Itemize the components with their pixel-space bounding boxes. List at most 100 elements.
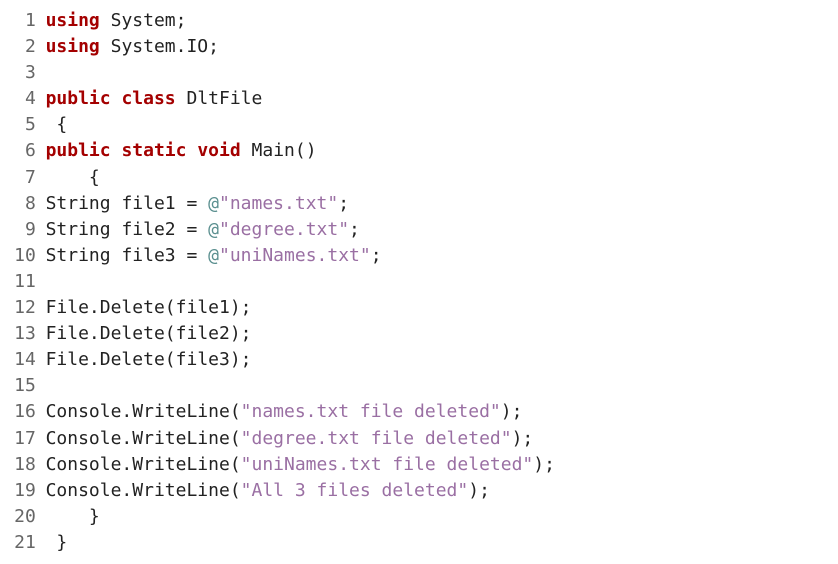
line-number: 12 [12,295,36,321]
token: Console.WriteLine [46,428,230,449]
token: void [197,140,240,161]
token [111,219,122,240]
token: ( [165,297,176,318]
line-content: } [46,530,68,556]
line-number: 6 [12,138,36,164]
line-content: using System; [46,8,187,34]
token: ); [230,323,252,344]
token: using [46,10,100,31]
token: Console.WriteLine [46,454,230,475]
token: "uniNames.txt file deleted" [241,454,534,475]
token: static [121,140,186,161]
code-line: 6public static void Main() [12,138,826,164]
code-line: 2 using System.IO; [12,34,826,60]
code-line: 19Console.WriteLine("All 3 files deleted… [12,478,826,504]
token: File.Delete [46,297,165,318]
token: ( [165,349,176,370]
line-content: String file1 = @"names.txt"; [46,191,349,217]
token: System [111,10,176,31]
line-content: Console.WriteLine("degree.txt file delet… [46,426,534,452]
token: ( [230,401,241,422]
token: file1 [121,193,175,214]
token: file2 [176,323,230,344]
line-content: String file3 = @"uniNames.txt"; [46,243,382,269]
token: @ [208,193,219,214]
token: class [121,88,175,109]
token: "degree.txt file deleted" [241,428,512,449]
line-number: 7 [12,165,36,191]
token: "uniNames.txt" [219,245,371,266]
token [111,193,122,214]
line-number: 18 [12,452,36,478]
token: DltFile [186,88,262,109]
code-line: 21 } [12,530,826,556]
token: file3 [121,245,175,266]
token: Main [252,140,295,161]
line-number: 3 [12,60,36,86]
code-line: 8 String file1 = @"names.txt"; [12,191,826,217]
token: using [46,36,100,57]
line-number: 16 [12,399,36,425]
token: ( [165,323,176,344]
line-content: } [46,504,100,530]
code-line: 17 Console.WriteLine("degree.txt file del… [12,426,826,452]
code-line: 16 Console.WriteLine("names.txt file dele… [12,399,826,425]
code-line: 20 } [12,504,826,530]
line-content: File.Delete(file2); [46,321,252,347]
token: Console.WriteLine [46,480,230,501]
token [186,140,197,161]
token: String [46,245,111,266]
token: = [176,219,209,240]
line-number: 20 [12,504,36,530]
code-line: 9String file2 = @"degree.txt"; [12,217,826,243]
line-content: Console.WriteLine("uniNames.txt file del… [46,452,555,478]
token: System.IO [111,36,209,57]
token: file3 [176,349,230,370]
token: "degree.txt" [219,219,349,240]
line-content: public class DltFile [46,86,263,112]
line-number: 21 [12,530,36,556]
line-number: 4 [12,86,36,112]
line-content: using System.IO; [46,34,219,60]
line-content: { [46,112,68,138]
token: ; [371,245,382,266]
token: ; [338,193,349,214]
line-number: 1 [12,8,36,34]
token: ; [176,10,187,31]
token [111,88,122,109]
line-content: Console.WriteLine("All 3 files deleted")… [46,478,490,504]
token: File.Delete [46,349,165,370]
code-line: 14File.Delete(file3); [12,347,826,373]
token: ); [512,428,534,449]
token: ( [230,428,241,449]
token: "names.txt file deleted" [241,401,501,422]
line-number: 13 [12,321,36,347]
token [111,140,122,161]
token: ( [230,480,241,501]
token: { [46,167,100,188]
line-number: 17 [12,426,36,452]
line-number: 9 [12,217,36,243]
token: public [46,88,111,109]
token: Console.WriteLine [46,401,230,422]
code-line: 12 File.Delete(file1); [12,295,826,321]
line-content: File.Delete(file1); [46,295,252,321]
token: file2 [121,219,175,240]
line-number: 8 [12,191,36,217]
token: ( [230,454,241,475]
code-line: 5 { [12,112,826,138]
token: String [46,193,111,214]
token: "All 3 files deleted" [241,480,469,501]
code-line: 15 [12,373,826,399]
token [241,140,252,161]
token: ); [230,297,252,318]
code-line: 4 public class DltFile [12,86,826,112]
line-number: 15 [12,373,36,399]
token: ); [533,454,555,475]
line-number: 5 [12,112,36,138]
token: String [46,219,111,240]
token: ); [468,480,490,501]
token: public [46,140,111,161]
token [111,245,122,266]
line-number: 2 [12,34,36,60]
